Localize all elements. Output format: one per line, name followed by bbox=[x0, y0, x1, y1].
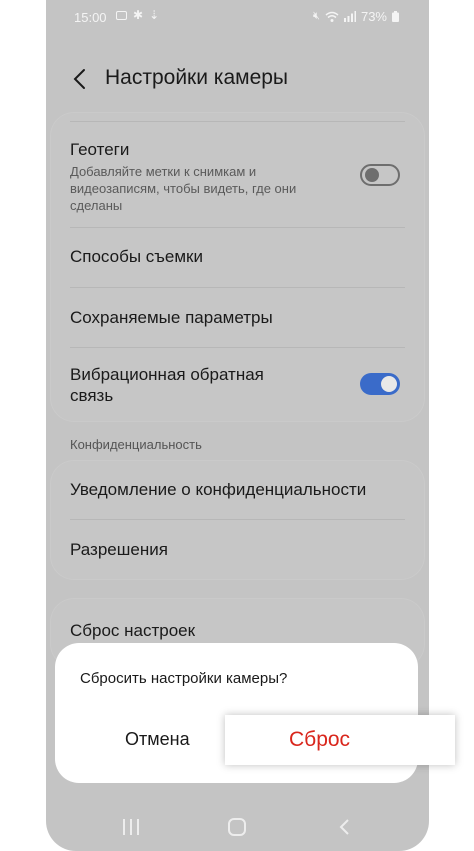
privacy-card: Уведомление о конфиденциальности Разреше… bbox=[50, 460, 425, 580]
shooting-methods-row[interactable]: Способы съемки bbox=[70, 247, 405, 267]
reset-button[interactable]: Сброс bbox=[289, 728, 350, 752]
settings-card: Геотеги Добавляйте метки к снимкам и вид… bbox=[50, 112, 425, 422]
signal-icon bbox=[343, 11, 356, 22]
cancel-button[interactable]: Отмена bbox=[125, 729, 190, 750]
geotags-toggle[interactable] bbox=[360, 164, 400, 186]
privacy-section-heading: Конфиденциальность bbox=[70, 437, 202, 452]
vibration-toggle[interactable] bbox=[360, 373, 400, 395]
geotags-label: Геотеги bbox=[70, 140, 130, 159]
gallery-notification-icon bbox=[116, 10, 127, 20]
divider bbox=[70, 347, 405, 348]
privacy-notice-row[interactable]: Уведомление о конфиденциальности bbox=[70, 480, 405, 500]
geotags-description: Добавляйте метки к снимкам и видеозапися… bbox=[70, 164, 297, 213]
status-left-icons: ✱ ⇣ bbox=[116, 9, 159, 21]
privacy-notice-label: Уведомление о конфиденциальности bbox=[70, 480, 367, 499]
geotags-row[interactable]: Геотеги Добавляйте метки к снимкам и вид… bbox=[70, 140, 405, 214]
page-title: Настройки камеры bbox=[105, 66, 289, 89]
toggle-knob bbox=[365, 168, 379, 182]
saved-settings-row[interactable]: Сохраняемые параметры bbox=[70, 308, 405, 328]
dialog-question: Сбросить настройки камеры? bbox=[80, 670, 288, 687]
reset-settings-label: Сброс настроек bbox=[70, 621, 196, 640]
vibration-row[interactable]: Вибрационная обратная связь bbox=[70, 364, 405, 406]
battery-percent: 73% bbox=[360, 9, 387, 24]
toggle-knob bbox=[381, 376, 397, 392]
back-arrow-icon[interactable] bbox=[68, 66, 94, 92]
divider bbox=[70, 227, 405, 228]
status-time: 15:00 bbox=[74, 10, 107, 25]
app-header: Настройки камеры bbox=[46, 60, 429, 100]
battery-icon bbox=[392, 11, 399, 22]
reset-button-highlight[interactable]: Сброс bbox=[225, 715, 455, 765]
navigation-bar bbox=[46, 808, 429, 846]
home-icon[interactable] bbox=[227, 818, 247, 836]
shooting-methods-label: Способы съемки bbox=[70, 247, 203, 266]
reset-settings-row[interactable]: Сброс настроек bbox=[70, 621, 405, 641]
vibration-label: Вибрационная обратная связь bbox=[70, 365, 264, 405]
divider bbox=[70, 519, 405, 520]
settings-notification-icon: ✱ bbox=[133, 8, 144, 22]
recent-apps-icon[interactable] bbox=[121, 818, 141, 836]
divider bbox=[70, 287, 405, 288]
back-nav-icon[interactable] bbox=[338, 818, 352, 836]
mute-icon: 🔇︎ bbox=[313, 10, 320, 22]
permissions-label: Разрешения bbox=[70, 540, 168, 559]
permissions-row[interactable]: Разрешения bbox=[70, 540, 405, 560]
download-notification-icon: ⇣ bbox=[149, 8, 160, 22]
top-divider bbox=[70, 121, 405, 122]
wifi-icon bbox=[325, 11, 339, 22]
saved-settings-label: Сохраняемые параметры bbox=[70, 308, 273, 327]
status-right-icons: 🔇︎ 73% bbox=[313, 9, 399, 24]
status-bar: 15:00 ✱ ⇣ 🔇︎ 73% bbox=[46, 0, 429, 34]
